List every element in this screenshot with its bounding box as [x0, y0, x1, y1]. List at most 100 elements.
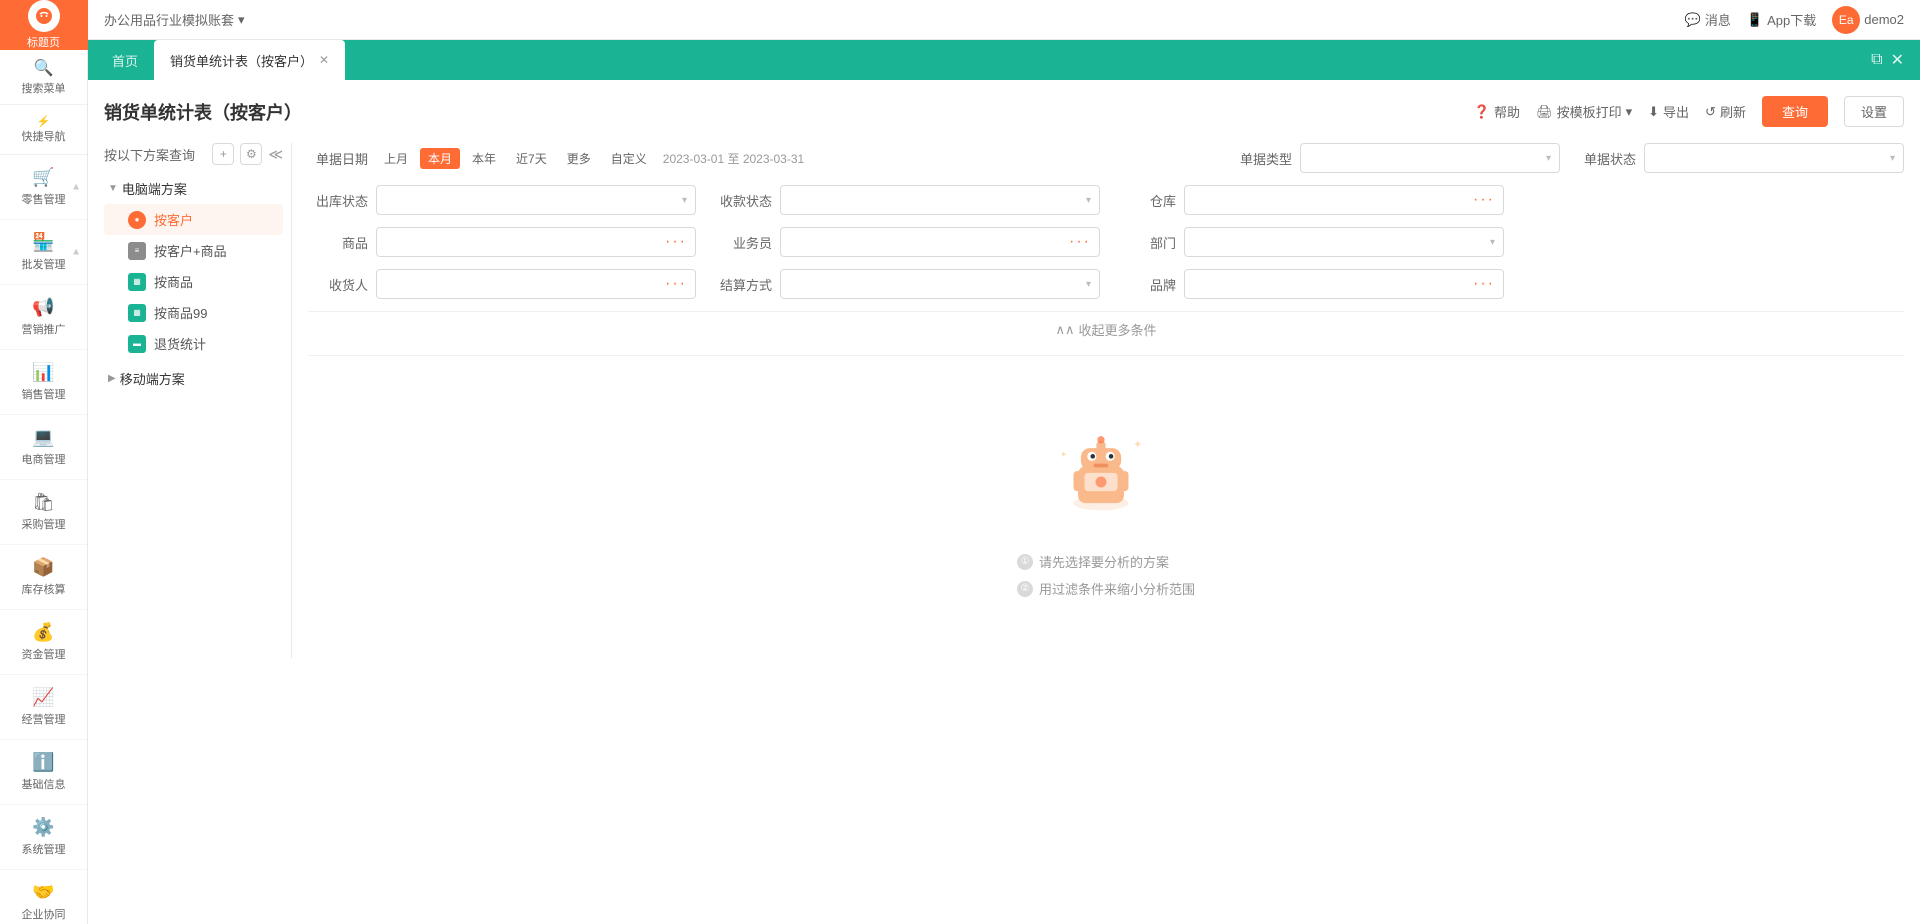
app-download-label: App下载 — [1767, 10, 1816, 29]
scheme-item-by-product[interactable]: ▦ 按商品 — [104, 266, 283, 297]
industry-selector[interactable]: 办公用品行业模拟账套 ▾ — [104, 10, 245, 29]
ship-input[interactable]: ▾ — [376, 185, 696, 215]
date-tab-7days[interactable]: 近7天 — [508, 148, 555, 169]
sidebar-item-system[interactable]: ⚙️ 系统管理 — [0, 805, 87, 870]
refresh-button[interactable]: ↺ 刷新 — [1705, 102, 1746, 121]
marketing-icon: 📢 — [32, 297, 54, 318]
scheme-settings-button[interactable]: ⚙ — [240, 143, 262, 165]
brand-more-icon[interactable]: ··· — [1473, 275, 1495, 293]
scheme-item-label: 退货统计 — [154, 334, 206, 353]
inventory-icon: 📦 — [32, 557, 54, 578]
date-tab-custom[interactable]: 自定义 — [603, 148, 655, 169]
refresh-icon: ↺ — [1705, 104, 1716, 120]
date-filter-row: 单据日期 上月 本月 本年 近7天 更多 自定义 2023-03-01 至 20… — [308, 143, 1904, 173]
sidebar-item-sales[interactable]: 📊 销售管理 — [0, 350, 87, 415]
status-filter-row: 单据状态 ▾ — [1576, 143, 1904, 173]
dept-label: 部门 — [1116, 233, 1176, 252]
salesman-input[interactable]: ··· — [780, 227, 1100, 257]
scheme-item-by-customer-product[interactable]: ≡ 按客户+商品 — [104, 235, 283, 266]
scheme-item-refund-stat[interactable]: ▬ 退货统计 — [104, 328, 283, 359]
page-header: 销货单统计表（按客户） ❓ 帮助 🖨 按模板打印 ▾ ⬇ — [104, 96, 1904, 127]
date-tab-this-year[interactable]: 本年 — [464, 148, 504, 169]
message-button[interactable]: 💬 消息 — [1685, 10, 1731, 29]
scheme-item-label: 按商品99 — [154, 303, 207, 322]
tab-home[interactable]: 首页 — [96, 40, 154, 80]
scheme-collapse-button[interactable]: ≪ — [268, 146, 283, 163]
date-tab-more[interactable]: 更多 — [559, 148, 599, 169]
close-window-icon[interactable]: ✕ — [1891, 50, 1904, 70]
receipt-input[interactable]: ▾ — [780, 185, 1100, 215]
help-button[interactable]: ❓ 帮助 — [1474, 102, 1520, 121]
restore-window-icon[interactable]: ⧉ — [1871, 51, 1882, 69]
ship-label: 出库状态 — [308, 191, 368, 210]
receiver-label: 收货人 — [308, 275, 368, 294]
receiver-more-icon[interactable]: ··· — [665, 275, 687, 293]
sidebar-item-quick-nav[interactable]: ⚡ 快捷导航 — [0, 105, 87, 155]
refund-icon: ▬ — [128, 335, 146, 353]
tab-sales-stat[interactable]: 销货单统计表（按客户） ✕ — [154, 40, 345, 80]
sidebar-item-ecommerce[interactable]: 💻 电商管理 — [0, 415, 87, 480]
sidebar-item-marketing[interactable]: 📢 营销推广 — [0, 285, 87, 350]
download-icon: 📱 — [1747, 12, 1763, 28]
app-download-button[interactable]: 📱 App下载 — [1747, 10, 1816, 29]
date-tab-last-month[interactable]: 上月 — [376, 148, 416, 169]
sidebar-item-wholesale[interactable]: 🏪 批发管理 ▲ — [0, 220, 87, 285]
scheme-add-button[interactable]: + — [212, 143, 234, 165]
goods-more-icon[interactable]: ··· — [665, 233, 687, 251]
date-tab-this-month[interactable]: 本月 — [420, 148, 460, 169]
sidebar-item-purchase[interactable]: 🛍 采购管理 — [0, 480, 87, 545]
scheme-group-mobile-title[interactable]: ▶ 移动端方案 — [104, 363, 283, 394]
collapse-more-button[interactable]: ∧∧ 收起更多条件 — [308, 311, 1904, 347]
tab-close-icon[interactable]: ✕ — [319, 53, 329, 67]
retail-arrow-icon: ▲ — [71, 182, 81, 193]
app-logo[interactable]: 标题页 — [0, 0, 88, 50]
page-actions: ❓ 帮助 🖨 按模板打印 ▾ ⬇ 导出 ↺ — [1474, 96, 1904, 127]
settings-scheme-icon: ⚙ — [246, 147, 257, 161]
content-body: 按以下方案查询 + ⚙ ≪ — [104, 143, 1904, 658]
status-label: 单据状态 — [1576, 149, 1636, 168]
dept-input[interactable]: ▾ — [1184, 227, 1504, 257]
empty-hints: ① 请先选择要分析的方案 ② 用过滤条件来缩小分析范围 — [1017, 552, 1195, 598]
wholesale-arrow-icon: ▲ — [71, 247, 81, 258]
tab-sales-stat-label: 销货单统计表（按客户） — [170, 51, 313, 70]
dept-dropdown-icon: ▾ — [1490, 237, 1495, 248]
mobile-group-label: 移动端方案 — [120, 369, 185, 388]
brand-filter-row: 品牌 ··· — [1116, 269, 1504, 299]
sidebar-item-inventory[interactable]: 📦 库存核算 — [0, 545, 87, 610]
status-input[interactable]: ▾ — [1644, 143, 1904, 173]
receiver-input[interactable]: ··· — [376, 269, 696, 299]
print-dropdown-icon: ▾ — [1626, 104, 1633, 120]
sidebar-item-basic[interactable]: ℹ️ 基础信息 — [0, 740, 87, 805]
tab-home-label: 首页 — [112, 51, 138, 70]
scheme-group-desktop-title[interactable]: ▼ 电脑端方案 — [104, 173, 283, 204]
type-filter-row: 单据类型 ▾ — [1232, 143, 1560, 173]
sidebar-item-operations[interactable]: 📈 经营管理 — [0, 675, 87, 740]
print-template-button[interactable]: 🖨 按模板打印 ▾ — [1536, 102, 1632, 121]
logo-text: 标题页 — [27, 34, 60, 50]
collapse-icon: ≪ — [268, 146, 283, 162]
by-customer-icon: ● — [128, 211, 146, 229]
warehouse-more-icon[interactable]: ··· — [1473, 191, 1495, 209]
settle-label: 结算方式 — [712, 275, 772, 294]
collapse-up-icon: ∧∧ — [1055, 322, 1074, 338]
query-button[interactable]: 查询 — [1762, 96, 1828, 127]
scheme-item-by-product-99[interactable]: ▦ 按商品99 — [104, 297, 283, 328]
export-button[interactable]: ⬇ 导出 — [1648, 102, 1689, 121]
sidebar-item-retail[interactable]: 🛒 零售管理 ▲ — [0, 155, 87, 220]
sidebar-item-enterprise[interactable]: 🤝 企业协同 — [0, 870, 87, 924]
type-input[interactable]: ▾ — [1300, 143, 1560, 173]
scheme-item-by-customer[interactable]: ● 按客户 — [104, 204, 283, 235]
salesman-more-icon[interactable]: ··· — [1069, 233, 1091, 251]
industry-dropdown-icon: ▾ — [238, 12, 245, 28]
sidebar-item-finance[interactable]: 💰 资金管理 — [0, 610, 87, 675]
goods-input[interactable]: ··· — [376, 227, 696, 257]
empty-hint-2: ② 用过滤条件来缩小分析范围 — [1017, 579, 1195, 598]
warehouse-input[interactable]: ··· — [1184, 185, 1504, 215]
settings-button[interactable]: 设置 — [1844, 96, 1904, 127]
brand-input[interactable]: ··· — [1184, 269, 1504, 299]
settle-input[interactable]: ▾ — [780, 269, 1100, 299]
export-icon: ⬇ — [1648, 104, 1659, 120]
user-name: demo2 — [1864, 12, 1904, 27]
user-profile[interactable]: Ea demo2 — [1832, 6, 1904, 34]
sidebar-item-search[interactable]: 🔍 搜索菜单 — [0, 50, 87, 105]
